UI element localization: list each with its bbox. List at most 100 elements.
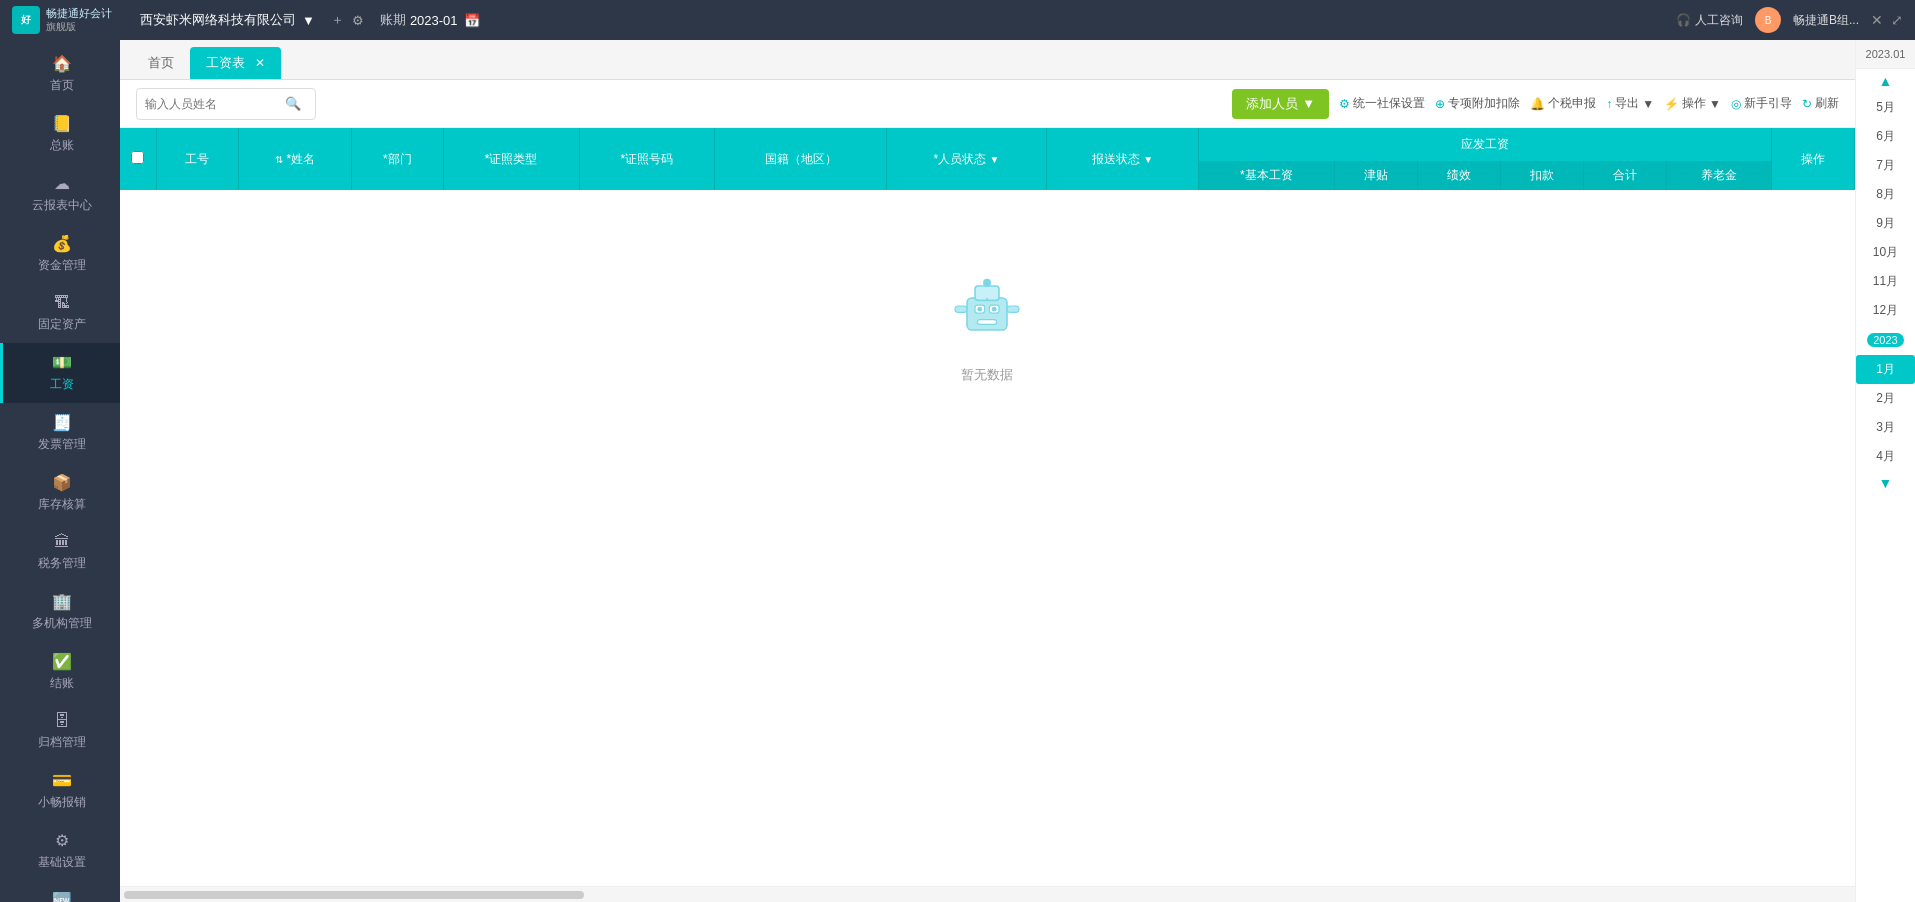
sidebar-item-ledger[interactable]: 📒总账 [0, 104, 120, 164]
th-number: 工号 [156, 128, 239, 190]
sidebar-label-multi: 多机构管理 [32, 615, 92, 632]
empty-state-cell: 暂无数据 [120, 190, 1855, 464]
sort-name-icon: ⇅ [275, 154, 283, 165]
tax-icon: 🏛 [54, 533, 70, 551]
logo-area: 好 畅捷通好会计 旗舰版 [12, 6, 132, 34]
month-item-prev-5月[interactable]: 5月 [1856, 93, 1915, 122]
period-display: 2023.01 [1856, 40, 1915, 69]
th-checkbox[interactable] [120, 128, 156, 190]
multi-icon: 🏢 [52, 592, 72, 611]
month-item-prev-11月[interactable]: 11月 [1856, 267, 1915, 296]
special-deduction-btn[interactable]: ⊕ 专项附加扣除 [1435, 95, 1520, 112]
social-security-btn[interactable]: ⚙ 统一社保设置 [1339, 95, 1425, 112]
month-item-prev-12月[interactable]: 12月 [1856, 296, 1915, 325]
th-performance: 绩效 [1417, 161, 1500, 190]
th-base-salary: *基本工资 [1198, 161, 1334, 190]
month-item-prev-9月[interactable]: 9月 [1856, 209, 1915, 238]
search-icon: 🔍 [285, 96, 301, 111]
logo-text: 畅捷通好会计 旗舰版 [46, 7, 112, 32]
chevron-down-icon: ▼ [302, 13, 315, 28]
sidebar-item-invoice[interactable]: 🧾发票管理 [0, 403, 120, 463]
th-nationality: 国籍（地区） [715, 128, 887, 190]
filter-report-icon[interactable]: ▼ [1143, 154, 1153, 165]
social-icon: ⚙ [1339, 97, 1350, 111]
month-item-2月[interactable]: 2月 [1856, 384, 1915, 413]
panel-down-arrow[interactable]: ▼ [1856, 471, 1915, 495]
add-person-btn[interactable]: 添加人员 ▼ [1232, 89, 1329, 119]
export-icon: ↑ [1606, 97, 1612, 111]
sidebar-item-settle[interactable]: ✅结账 [0, 642, 120, 702]
guide-icon: ◎ [1731, 97, 1741, 111]
filter-status-icon[interactable]: ▼ [990, 154, 1000, 165]
main-layout: 🏠首页📒总账☁云报表中心💰资金管理 🏗 固定资产 💵工资🧾发票管理📦库存核算🏛税务管理… [0, 40, 1915, 902]
panel-up-arrow[interactable]: ▲ [1856, 69, 1915, 93]
report-icon: ☁ [54, 174, 70, 193]
operate-dropdown-icon: ▼ [1709, 97, 1721, 111]
export-dropdown-icon: ▼ [1642, 97, 1654, 111]
sidebar-item-home[interactable]: 🏠首页 [0, 44, 120, 104]
sidebar-item-archive[interactable]: 🗄归档管理 [0, 702, 120, 761]
sidebar-label-expense: 小畅报销 [38, 794, 86, 811]
sidebar-item-expense[interactable]: 💳小畅报销 [0, 761, 120, 821]
month-item-prev-8月[interactable]: 8月 [1856, 180, 1915, 209]
month-item-3月[interactable]: 3月 [1856, 413, 1915, 442]
month-item-prev-7月[interactable]: 7月 [1856, 151, 1915, 180]
sidebar-item-asset[interactable]: 🏗 固定资产 [0, 284, 120, 343]
sidebar: 🏠首页📒总账☁云报表中心💰资金管理 🏗 固定资产 💵工资🧾发票管理📦库存核算🏛税务管理… [0, 40, 120, 902]
settle-icon: ✅ [52, 652, 72, 671]
svg-rect-8 [955, 306, 967, 312]
guide-btn[interactable]: ◎ 新手引导 [1731, 95, 1792, 112]
sidebar-label-asset: 固定资产 [38, 316, 86, 333]
empty-state: 暂无数据 [120, 190, 1855, 464]
asset-icon: 🏗 [54, 294, 70, 312]
tab-close-salary[interactable]: ✕ [255, 56, 265, 70]
fund-icon: 💰 [52, 234, 72, 253]
special-icon: ⊕ [1435, 97, 1445, 111]
top-header: 好 畅捷通好会计 旗舰版 西安虾米网络科技有限公司 ▼ ＋ ⚙ 账期 2023-… [0, 0, 1915, 40]
sidebar-item-settings[interactable]: ⚙基础设置 [0, 821, 120, 881]
tab-home[interactable]: 首页 [132, 47, 190, 79]
tax-report-btn[interactable]: 🔔 个税申报 [1530, 95, 1596, 112]
sidebar-item-fund[interactable]: 💰资金管理 [0, 224, 120, 284]
human-service-btn[interactable]: 🎧 人工咨询 [1676, 12, 1743, 29]
maximize-window-btn[interactable]: ⤢ [1891, 12, 1903, 28]
sidebar-item-multi[interactable]: 🏢 多机构管理 [0, 582, 120, 642]
month-item-prev-10月[interactable]: 10月 [1856, 238, 1915, 267]
sidebar-item-salary[interactable]: 💵工资 [0, 343, 120, 403]
sidebar-item-report[interactable]: ☁云报表中心 [0, 164, 120, 224]
sidebar-item-guide[interactable]: 🆕新手引导 [0, 881, 120, 902]
company-selector[interactable]: 西安虾米网络科技有限公司 ▼ [132, 11, 323, 29]
invoice-icon: 🧾 [52, 413, 72, 432]
toolbar: 🔍 添加人员 ▼ ⚙ 统一社保设置 ⊕ 专项附加扣除 🔔 个税申报 [120, 80, 1855, 128]
month-item-4月[interactable]: 4月 [1856, 442, 1915, 471]
right-panel: 2023.01 ▲ 5月6月7月8月9月10月11月12月 2023 1月2月3月4… [1855, 40, 1915, 902]
operate-icon: ⚡ [1664, 97, 1679, 111]
sidebar-item-stock[interactable]: 📦库存核算 [0, 463, 120, 523]
sidebar-label-salary: 工资 [50, 376, 74, 393]
search-input[interactable] [145, 97, 285, 111]
month-item-prev-6月[interactable]: 6月 [1856, 122, 1915, 151]
sidebar-label-stock: 库存核算 [38, 496, 86, 513]
horizontal-scrollbar[interactable] [124, 891, 584, 899]
svg-rect-9 [1007, 306, 1019, 312]
tab-salary[interactable]: 工资表 ✕ [190, 47, 281, 79]
month-list: 5月6月7月8月9月10月11月12月 2023 1月2月3月4月 [1856, 93, 1915, 471]
select-all-checkbox[interactable] [131, 151, 144, 164]
export-btn[interactable]: ↑ 导出 ▼ [1606, 95, 1654, 112]
th-dept: *部门 [352, 128, 444, 190]
month-item-1月[interactable]: 1月 [1856, 355, 1915, 384]
year-badge-2023: 2023 [1867, 333, 1903, 347]
th-operate: 操作 [1771, 128, 1854, 190]
settings-icon[interactable]: ⚙ [352, 13, 364, 28]
guide-icon: 🆕 [52, 891, 72, 902]
refresh-btn[interactable]: ↻ 刷新 [1802, 95, 1839, 112]
svg-rect-7 [978, 320, 997, 325]
add-company-icon[interactable]: ＋ [331, 11, 344, 29]
calendar-icon[interactable]: 📅 [464, 13, 480, 28]
th-pension: 养老金 [1666, 161, 1771, 190]
operate-btn[interactable]: ⚡ 操作 ▼ [1664, 95, 1721, 112]
close-window-btn[interactable]: ✕ [1871, 12, 1883, 28]
refresh-icon: ↻ [1802, 97, 1812, 111]
sidebar-item-tax[interactable]: 🏛税务管理 [0, 523, 120, 582]
empty-robot-icon [947, 270, 1027, 350]
